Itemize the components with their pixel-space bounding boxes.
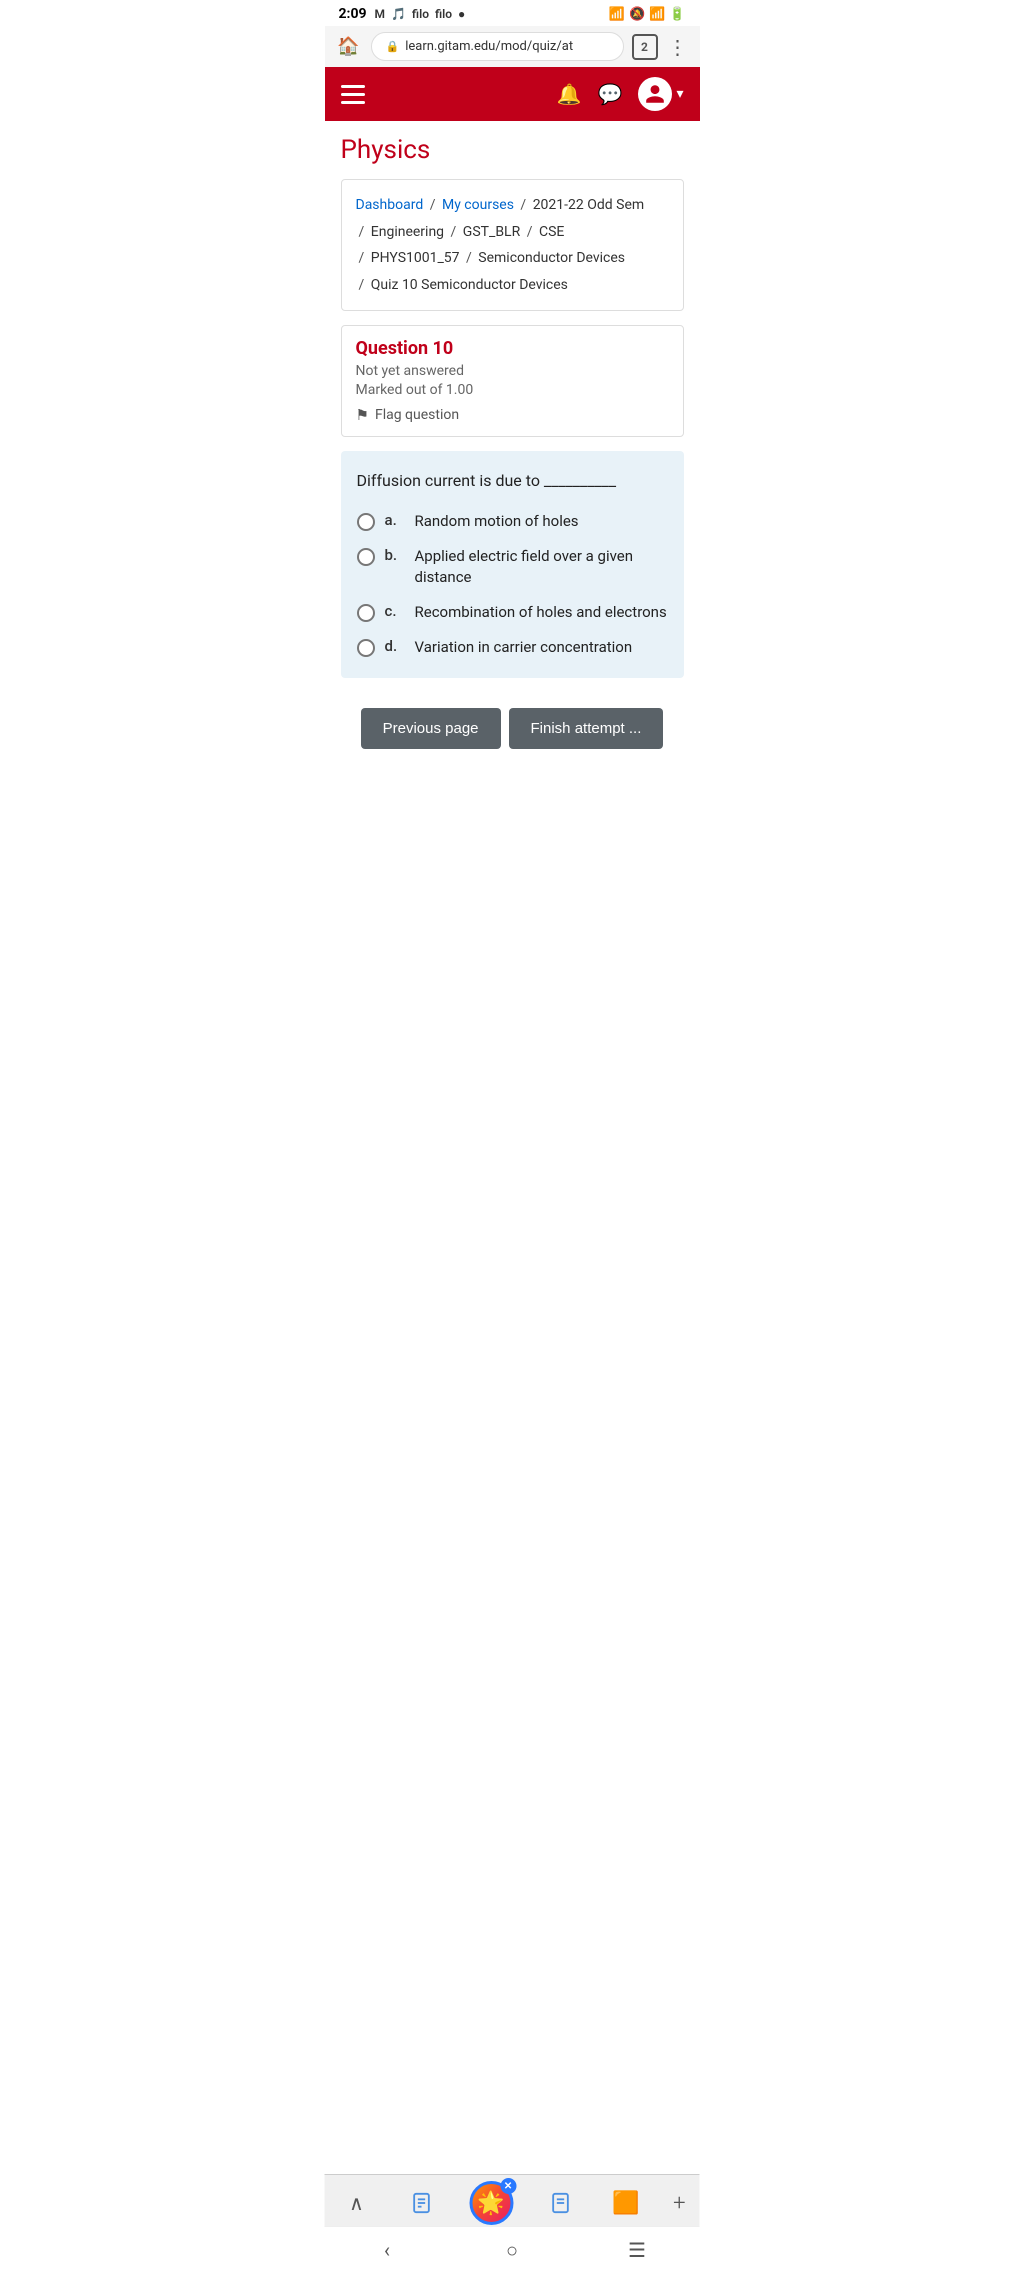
status-app-icons: M 🎵 filo filo ● xyxy=(375,7,466,21)
app-emoji: 🌟 xyxy=(477,2191,504,2216)
action-buttons: Previous page Finish attempt ... xyxy=(341,698,684,769)
breadcrumb: Dashboard / My courses / 2021-22 Odd Sem… xyxy=(341,179,684,311)
flag-question-button[interactable]: ⚑ Flag question xyxy=(356,406,669,424)
tab-1-icon[interactable] xyxy=(404,2185,440,2221)
option-c: c. Recombination of holes and electrons xyxy=(357,602,668,623)
status-right: 📶 🔕 📶 🔋 xyxy=(609,7,686,22)
option-a-text: Random motion of holes xyxy=(415,511,579,532)
browser-bar: 🏠 🔒 learn.gitam.edu/mod/quiz/at 2 ⋮ xyxy=(325,26,700,67)
back-button[interactable]: ‹ xyxy=(365,2235,409,2265)
option-a-radio[interactable] xyxy=(357,513,375,531)
tab-3-icon[interactable] xyxy=(542,2185,578,2221)
nav-right-icons: 🔔 💬 ▾ xyxy=(557,77,684,111)
option-d-radio[interactable] xyxy=(357,639,375,657)
status-left: 2:09 M 🎵 filo filo ● xyxy=(339,6,466,22)
option-b-text: Applied electric field over a given dist… xyxy=(415,546,668,588)
status-time: 2:09 xyxy=(339,6,367,22)
avatar xyxy=(638,77,672,111)
recents-button[interactable]: ☰ xyxy=(615,2235,659,2265)
avatar-container[interactable]: ▾ xyxy=(638,77,683,111)
breadcrumb-quiz: Quiz 10 Semiconductor Devices xyxy=(371,277,568,293)
breadcrumb-phys: PHYS1001_57 xyxy=(371,250,460,266)
option-b-radio[interactable] xyxy=(357,548,375,566)
breadcrumb-mycourses[interactable]: My courses xyxy=(442,197,514,213)
options-list: a. Random motion of holes b. Applied ele… xyxy=(357,511,668,658)
flag-question-label: Flag question xyxy=(375,407,459,423)
home-icon[interactable]: 🏠 xyxy=(335,33,363,61)
not-yet-answered: Not yet answered xyxy=(356,363,669,379)
finish-attempt-button[interactable]: Finish attempt ... xyxy=(509,708,664,749)
mute-icon: 🔕 xyxy=(629,7,645,22)
option-d-text: Variation in carrier concentration xyxy=(415,637,633,658)
url-bar[interactable]: 🔒 learn.gitam.edu/mod/quiz/at xyxy=(371,32,624,61)
breadcrumb-gst: GST_BLR xyxy=(463,224,520,240)
question-number: 10 xyxy=(433,338,454,359)
nav-header: 🔔 💬 ▾ xyxy=(325,67,700,121)
bottom-toolbar: ∧ 🌟 ✕ 🟧 + xyxy=(325,2174,700,2231)
notifications-icon[interactable]: 🔔 xyxy=(557,82,582,106)
option-d-letter: d. xyxy=(385,637,405,655)
hamburger-menu[interactable] xyxy=(341,85,365,104)
previous-page-button[interactable]: Previous page xyxy=(361,708,501,749)
scroll-up-button[interactable]: ∧ xyxy=(339,2185,375,2221)
wifi-icon: 📶 xyxy=(649,7,665,22)
breadcrumb-semester: 2021-22 Odd Sem xyxy=(533,197,644,213)
lock-icon: 🔒 xyxy=(386,40,400,53)
close-app-badge[interactable]: ✕ xyxy=(500,2178,516,2194)
marked-out: Marked out of 1.00 xyxy=(356,382,669,398)
question-info-box: Question 10 Not yet answered Marked out … xyxy=(341,325,684,437)
bluetooth-icon: 📶 xyxy=(609,7,625,22)
app-icon-4: 🟧 xyxy=(612,2191,639,2216)
active-app-icon[interactable]: 🌟 ✕ xyxy=(469,2181,513,2225)
add-tab-button[interactable]: + xyxy=(673,2191,685,2216)
tab-count[interactable]: 2 xyxy=(632,34,658,60)
question-label: Question 10 xyxy=(356,338,669,359)
more-icon[interactable]: ⋮ xyxy=(666,35,690,59)
page-title: Physics xyxy=(341,135,684,165)
question-text: Diffusion current is due to __________ xyxy=(357,469,668,493)
option-d: d. Variation in carrier concentration xyxy=(357,637,668,658)
messages-icon[interactable]: 💬 xyxy=(598,82,623,106)
option-b: b. Applied electric field over a given d… xyxy=(357,546,668,588)
question-content: Diffusion current is due to __________ a… xyxy=(341,451,684,678)
avatar-dropdown-icon[interactable]: ▾ xyxy=(676,86,683,102)
option-a-letter: a. xyxy=(385,511,405,529)
flag-icon: ⚑ xyxy=(356,406,369,424)
status-bar: 2:09 M 🎵 filo filo ● 📶 🔕 📶 🔋 xyxy=(325,0,700,26)
url-text: learn.gitam.edu/mod/quiz/at xyxy=(405,39,573,54)
option-c-radio[interactable] xyxy=(357,604,375,622)
tab-4-icon[interactable]: 🟧 xyxy=(608,2185,644,2221)
home-button[interactable]: ○ xyxy=(490,2235,534,2265)
battery-icon: 🔋 xyxy=(669,7,685,22)
option-c-text: Recombination of holes and electrons xyxy=(415,602,667,623)
breadcrumb-semdevices: Semiconductor Devices xyxy=(478,250,625,266)
breadcrumb-cse: CSE xyxy=(539,224,564,240)
system-nav-bar: ‹ ○ ☰ xyxy=(325,2226,700,2275)
option-c-letter: c. xyxy=(385,602,405,620)
option-a: a. Random motion of holes xyxy=(357,511,668,532)
question-label-prefix: Question xyxy=(356,338,433,359)
page-content: Physics Dashboard / My courses / 2021-22… xyxy=(325,121,700,783)
user-icon xyxy=(644,83,666,105)
breadcrumb-dashboard[interactable]: Dashboard xyxy=(356,197,424,213)
breadcrumb-engineering: Engineering xyxy=(371,224,444,240)
option-b-letter: b. xyxy=(385,546,405,564)
